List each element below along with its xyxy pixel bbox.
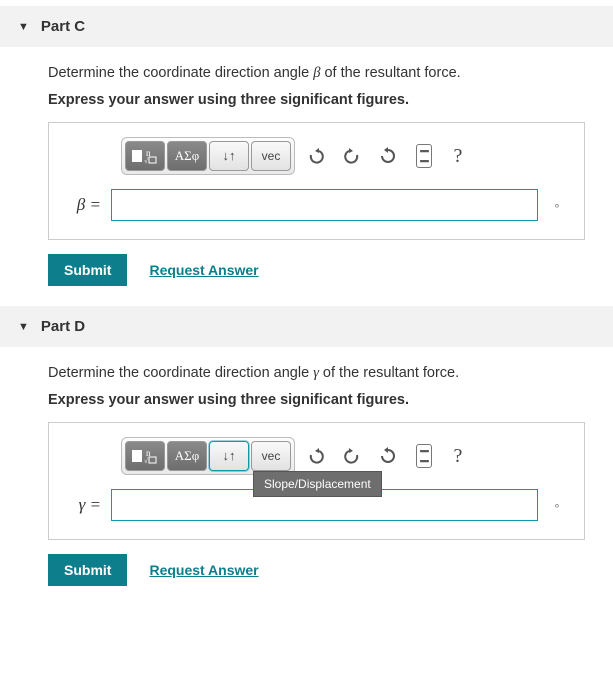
undo-button[interactable] bbox=[301, 441, 331, 471]
part-title: Part C bbox=[41, 18, 85, 35]
prompt-post: of the resultant force. bbox=[319, 365, 459, 381]
prompt-pre: Determine the coordinate direction angle bbox=[48, 365, 313, 381]
reset-icon bbox=[379, 147, 397, 165]
submit-button[interactable]: Submit bbox=[48, 554, 127, 586]
greek-button[interactable]: ΑΣφ bbox=[167, 441, 207, 471]
formula-toolbar: n√ ΑΣφ ↓↑ vec ▪▪▪▪▪▪▪▪ ? bbox=[121, 137, 566, 175]
prompt-text: Determine the coordinate direction angle… bbox=[48, 65, 585, 82]
undo-button[interactable] bbox=[301, 141, 331, 171]
redo-icon bbox=[343, 447, 361, 465]
instruction-text: Express your answer using three signific… bbox=[48, 392, 585, 408]
templates-button[interactable]: n√ bbox=[125, 441, 165, 471]
svg-text:√: √ bbox=[144, 157, 148, 164]
svg-text:√: √ bbox=[144, 457, 148, 464]
greek-button[interactable]: ΑΣφ bbox=[167, 141, 207, 171]
templates-icon: n√ bbox=[132, 448, 158, 464]
variable-label: γ = bbox=[67, 495, 101, 515]
answer-input[interactable] bbox=[111, 189, 538, 221]
templates-button[interactable]: n√ bbox=[125, 141, 165, 171]
formula-toolbar: n√ ΑΣφ ↓↑ vec ▪▪▪▪▪▪▪▪ ? Slope/Displacem… bbox=[121, 437, 566, 475]
keyboard-button[interactable]: ▪▪▪▪▪▪▪▪ bbox=[409, 441, 439, 471]
caret-down-icon: ▼ bbox=[18, 21, 29, 33]
request-answer-link[interactable]: Request Answer bbox=[149, 262, 258, 278]
caret-down-icon: ▼ bbox=[18, 321, 29, 333]
action-row: Submit Request Answer bbox=[48, 254, 585, 286]
tool-group: n√ ΑΣφ ↓↑ vec bbox=[121, 437, 295, 475]
subsup-button[interactable]: ↓↑ bbox=[209, 141, 249, 171]
part-body: Determine the coordinate direction angle… bbox=[0, 347, 613, 600]
part-header[interactable]: ▼ Part C bbox=[0, 6, 613, 47]
submit-button[interactable]: Submit bbox=[48, 254, 127, 286]
vec-button[interactable]: vec bbox=[251, 141, 291, 171]
answer-box: n√ ΑΣφ ↓↑ vec ▪▪▪▪▪▪▪▪ ? Slope/Displacem… bbox=[48, 422, 585, 540]
keyboard-icon: ▪▪▪▪▪▪▪▪ bbox=[416, 444, 433, 468]
reset-button[interactable] bbox=[373, 141, 403, 171]
keyboard-icon: ▪▪▪▪▪▪▪▪ bbox=[416, 144, 433, 168]
answer-box: n√ ΑΣφ ↓↑ vec ▪▪▪▪▪▪▪▪ ? β = ∘ bbox=[48, 122, 585, 240]
templates-icon: n√ bbox=[132, 148, 158, 164]
help-button[interactable]: ? bbox=[445, 145, 471, 168]
redo-button[interactable] bbox=[337, 141, 367, 171]
tool-group: n√ ΑΣφ ↓↑ vec bbox=[121, 137, 295, 175]
redo-icon bbox=[343, 147, 361, 165]
redo-button[interactable] bbox=[337, 441, 367, 471]
help-button[interactable]: ? bbox=[445, 445, 471, 468]
unit-label: ∘ bbox=[548, 199, 566, 212]
request-answer-link[interactable]: Request Answer bbox=[149, 562, 258, 578]
part-body: Determine the coordinate direction angle… bbox=[0, 47, 613, 300]
instruction-text: Express your answer using three signific… bbox=[48, 92, 585, 108]
reset-button[interactable] bbox=[373, 441, 403, 471]
prompt-text: Determine the coordinate direction angle… bbox=[48, 365, 585, 382]
undo-icon bbox=[307, 147, 325, 165]
part-title: Part D bbox=[41, 318, 85, 335]
tooltip: Slope/Displacement bbox=[253, 471, 382, 497]
variable-label: β = bbox=[67, 195, 101, 215]
keyboard-button[interactable]: ▪▪▪▪▪▪▪▪ bbox=[409, 141, 439, 171]
prompt-pre: Determine the coordinate direction angle bbox=[48, 65, 313, 81]
unit-label: ∘ bbox=[548, 499, 566, 512]
undo-icon bbox=[307, 447, 325, 465]
part-header[interactable]: ▼ Part D bbox=[0, 306, 613, 347]
input-row: β = ∘ bbox=[67, 189, 566, 221]
prompt-post: of the resultant force. bbox=[320, 65, 460, 81]
subsup-button[interactable]: ↓↑ bbox=[209, 441, 249, 471]
action-row: Submit Request Answer bbox=[48, 554, 585, 586]
reset-icon bbox=[379, 447, 397, 465]
vec-button[interactable]: vec bbox=[251, 441, 291, 471]
